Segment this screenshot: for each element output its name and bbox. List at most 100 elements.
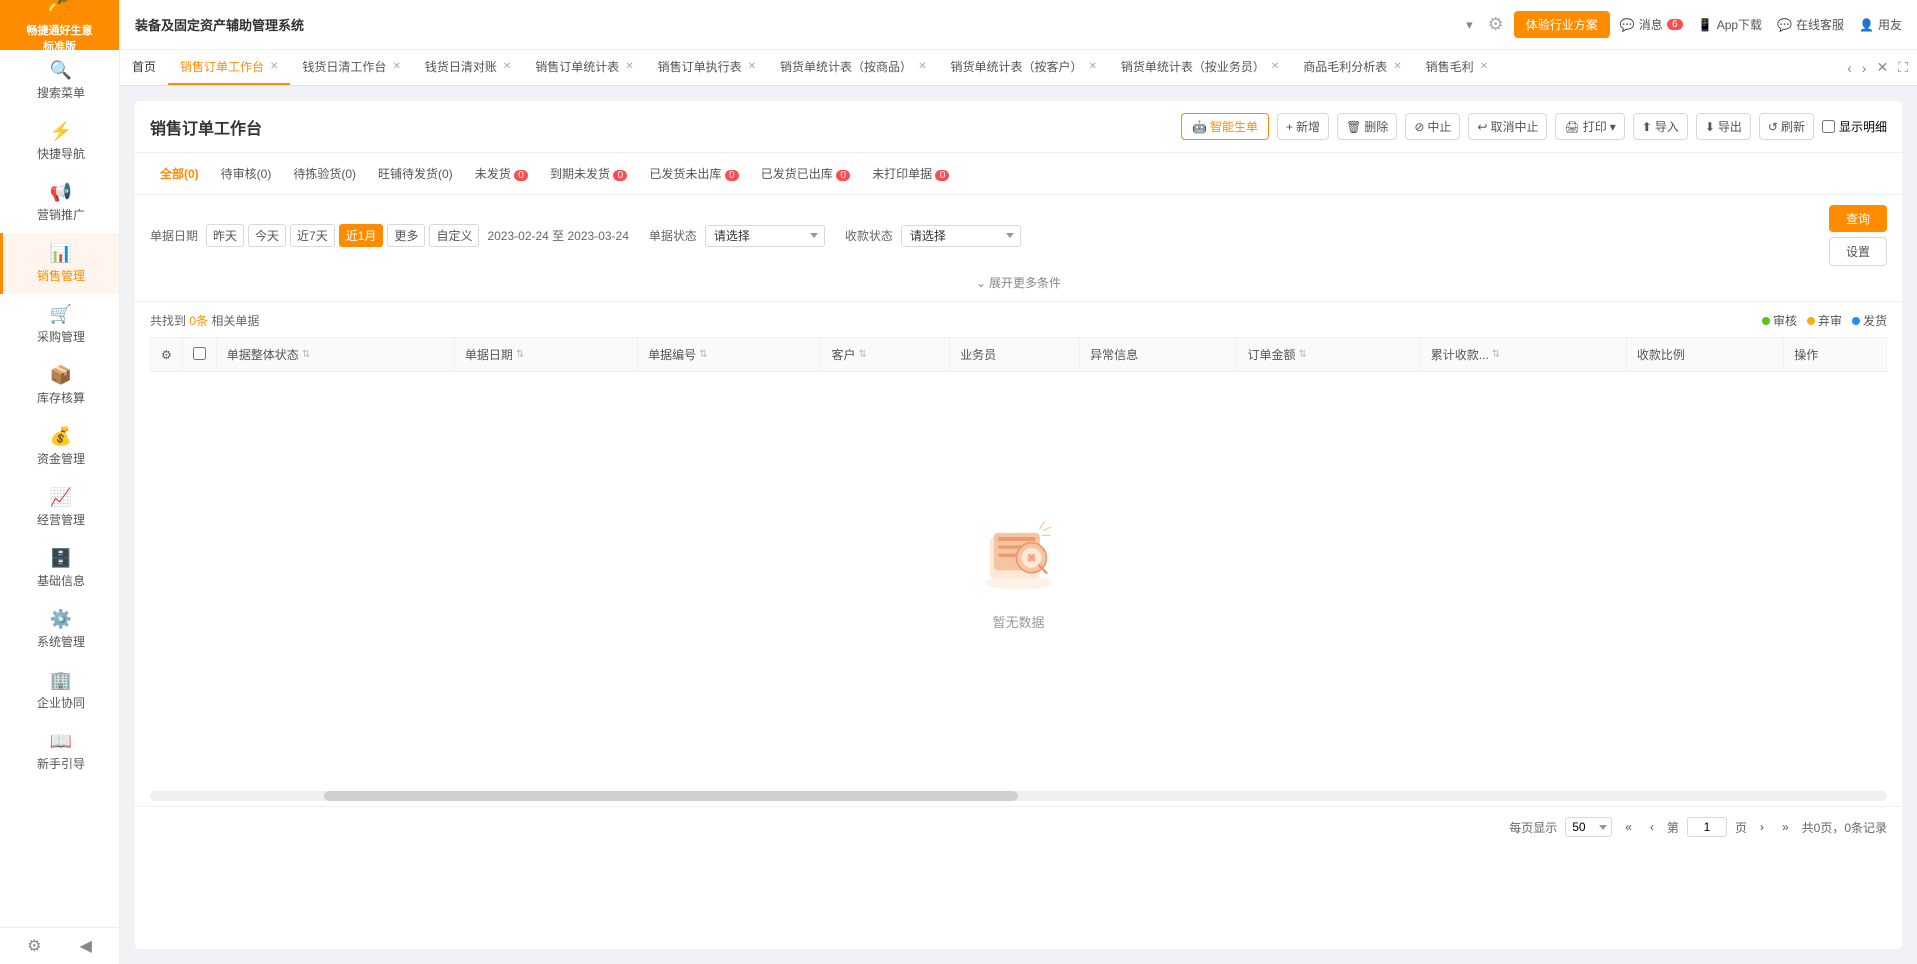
sidebar-item-quick[interactable]: ⚡ 快捷导航 [0, 111, 119, 172]
query-btn[interactable]: 查询 [1829, 205, 1887, 232]
tab-home[interactable]: 首页 [120, 50, 168, 85]
online-service-btn[interactable]: 💬 在线客服 [1777, 16, 1844, 33]
import-btn[interactable]: ⬆ 导入 [1633, 113, 1688, 140]
sidebar-item-system[interactable]: ⚙️ 系统管理 [0, 599, 119, 660]
setting-btn[interactable]: 设置 [1829, 237, 1887, 266]
date-btn-7days[interactable]: 近7天 [290, 224, 335, 247]
show-detail-toggle[interactable]: 显示明细 [1822, 118, 1887, 135]
tabs-close-all[interactable]: ✕ [1872, 57, 1892, 78]
date-btn-more[interactable]: 更多 [387, 224, 425, 247]
tab-cash-reconcile[interactable]: 钱货日清对账 ✕ [413, 50, 523, 85]
topbar-dropdown-icon[interactable]: ▾ [1466, 17, 1473, 33]
sidebar-item-inventory[interactable]: 📦 库存核算 [0, 355, 119, 416]
filter-tab-overdue[interactable]: 到期未发货 0 [540, 161, 637, 186]
table-scroll[interactable]: ⚙ 单据整体状态 ⇅ [150, 337, 1887, 771]
filter-tab-not-shipped[interactable]: 未发货 0 [465, 161, 538, 186]
filter-tab-all[interactable]: 全部(0) [150, 161, 209, 186]
th-settings[interactable]: ⚙ [151, 338, 183, 372]
th-date[interactable]: 单据日期 ⇅ [454, 338, 637, 372]
filter-tab-pending-check[interactable]: 待拣验货(0) [283, 161, 366, 186]
topbar-settings-icon[interactable]: ⚙ [1488, 14, 1504, 35]
th-status[interactable]: 单据整体状态 ⇅ [216, 338, 454, 372]
sidebar-item-finance[interactable]: 💰 资金管理 [0, 416, 119, 477]
export-btn[interactable]: ⬇ 导出 [1696, 113, 1751, 140]
date-btn-today[interactable]: 今天 [248, 224, 286, 247]
tabs-maximize[interactable]: ⛶ [1894, 57, 1912, 78]
app-download-btn[interactable]: 📱 App下载 [1698, 16, 1762, 33]
status-select[interactable]: 请选择 [705, 225, 825, 247]
tab-close-sales-more[interactable]: ✕ [1480, 61, 1488, 72]
tab-close-sales-stat[interactable]: ✕ [625, 61, 633, 72]
tab-sales-by-staff[interactable]: 销货单统计表（按业务员） ✕ [1109, 50, 1291, 85]
select-all-checkbox[interactable] [193, 347, 206, 360]
expand-more-btn[interactable]: ⌄ 展开更多条件 [976, 274, 1061, 291]
tab-sales-workbench[interactable]: 销售订单工作台 ✕ [168, 50, 290, 85]
sidebar-item-newbie[interactable]: 📖 新手引导 [0, 721, 119, 782]
filter-tab-shipped-not-out[interactable]: 已发货未出库 0 [639, 161, 748, 186]
collapse-icon[interactable]: ◀ [80, 936, 92, 956]
first-page-btn[interactable]: « [1620, 818, 1637, 836]
delete-btn[interactable]: 🗑 删除 [1337, 113, 1397, 140]
page-size-select[interactable]: 10 20 50 100 [1565, 817, 1612, 837]
th-amount[interactable]: 订单金额 ⇅ [1237, 338, 1420, 372]
tab-close-cash-reconcile[interactable]: ✕ [503, 61, 511, 72]
date-btn-custom[interactable]: 自定义 [429, 224, 479, 247]
prev-page-btn[interactable]: ‹ [1645, 818, 1659, 836]
date-btn-1month[interactable]: 近1月 [339, 224, 384, 247]
expand-row: ⌄ 展开更多条件 [150, 274, 1887, 291]
filter-tab-pending-review[interactable]: 待审核(0) [211, 161, 282, 186]
sidebar-item-enterprise[interactable]: 🏢 企业协同 [0, 660, 119, 721]
cancel-stop-btn[interactable]: ↩ 取消中止 [1468, 113, 1547, 140]
tab-close-sales-by-customer[interactable]: ✕ [1088, 61, 1096, 72]
tab-close-sales-by-product[interactable]: ✕ [918, 61, 926, 72]
tabs-scroll-left[interactable]: ‹ [1843, 58, 1856, 78]
sidebar-item-basics[interactable]: 🗄️ 基础信息 [0, 538, 119, 599]
tab-close-cash-daily[interactable]: ✕ [392, 61, 400, 72]
settings-bottom-icon[interactable]: ⚙ [27, 936, 41, 956]
sidebar-item-marketing[interactable]: 📢 营销推广 [0, 172, 119, 233]
next-page-btn[interactable]: › [1755, 818, 1769, 836]
tab-close-sales-by-staff[interactable]: ✕ [1271, 61, 1279, 72]
tab-sales-more[interactable]: 销售毛利 ✕ [1414, 50, 1500, 85]
ship-action-btn[interactable]: 发货 [1852, 312, 1887, 329]
print-btn[interactable]: 🖨 打印 ▾ [1555, 113, 1624, 140]
tab-profit-analysis[interactable]: 商品毛利分析表 ✕ [1291, 50, 1413, 85]
payment-select[interactable]: 请选择 [901, 225, 1021, 247]
tab-close-sales-exec[interactable]: ✕ [748, 61, 756, 72]
stop-btn[interactable]: ⊘ 中止 [1405, 113, 1460, 140]
filter-tab-shipped-out[interactable]: 已发货已出库 0 [751, 161, 860, 186]
scroll-thumb[interactable] [324, 791, 1019, 801]
review-action-btn[interactable]: 审核 [1762, 312, 1797, 329]
tab-close-sales-workbench[interactable]: ✕ [270, 61, 278, 72]
filter-tab-not-printed[interactable]: 未打印单据 0 [862, 161, 959, 186]
th-customer[interactable]: 客户 ⇅ [821, 338, 950, 372]
tab-sales-stat[interactable]: 销售订单统计表 ✕ [523, 50, 645, 85]
user-btn[interactable]: 👤 用友 [1859, 16, 1902, 33]
smart-gen-btn[interactable]: 🤖 智能生单 [1181, 113, 1269, 140]
sidebar-item-search[interactable]: 🔍 搜索菜单 [0, 50, 119, 111]
refresh-btn[interactable]: ↺ 刷新 [1759, 113, 1814, 140]
experience-btn[interactable]: 体验行业方案 [1514, 11, 1610, 38]
tab-sales-by-customer[interactable]: 销货单统计表（按客户） ✕ [938, 50, 1108, 85]
tab-sales-by-product[interactable]: 销货单统计表（按商品） ✕ [768, 50, 938, 85]
tabs-scroll-right[interactable]: › [1858, 58, 1871, 78]
search-area: 单据日期 昨天 今天 近7天 近1月 更多 自定义 2023-02-24 至 2… [135, 195, 1902, 302]
th-checkbox[interactable] [182, 338, 216, 372]
tab-cash-daily[interactable]: 钱货日清工作台 ✕ [290, 50, 412, 85]
date-btn-yesterday[interactable]: 昨天 [206, 224, 244, 247]
page-input[interactable] [1687, 817, 1727, 837]
add-btn[interactable]: + 新增 [1277, 113, 1329, 140]
sidebar-item-purchase[interactable]: 🛒 采购管理 [0, 294, 119, 355]
tab-sales-exec[interactable]: 销售订单执行表 ✕ [646, 50, 768, 85]
th-collected[interactable]: 累计收款... ⇅ [1420, 338, 1626, 372]
last-page-btn[interactable]: » [1777, 818, 1794, 836]
message-btn[interactable]: 💬 消息 6 [1620, 16, 1683, 33]
th-number[interactable]: 单据编号 ⇅ [638, 338, 821, 372]
filter-tab-wangpu[interactable]: 旺铺待发货(0) [368, 161, 463, 186]
sidebar-item-sales[interactable]: 📊 销售管理 [0, 233, 119, 294]
show-detail-checkbox[interactable] [1822, 120, 1835, 133]
sidebar-item-operations[interactable]: 📈 经营管理 [0, 477, 119, 538]
cancel-review-action-btn[interactable]: 弃审 [1807, 312, 1842, 329]
horizontal-scrollbar[interactable] [150, 791, 1887, 801]
tab-close-profit-analysis[interactable]: ✕ [1393, 61, 1401, 72]
